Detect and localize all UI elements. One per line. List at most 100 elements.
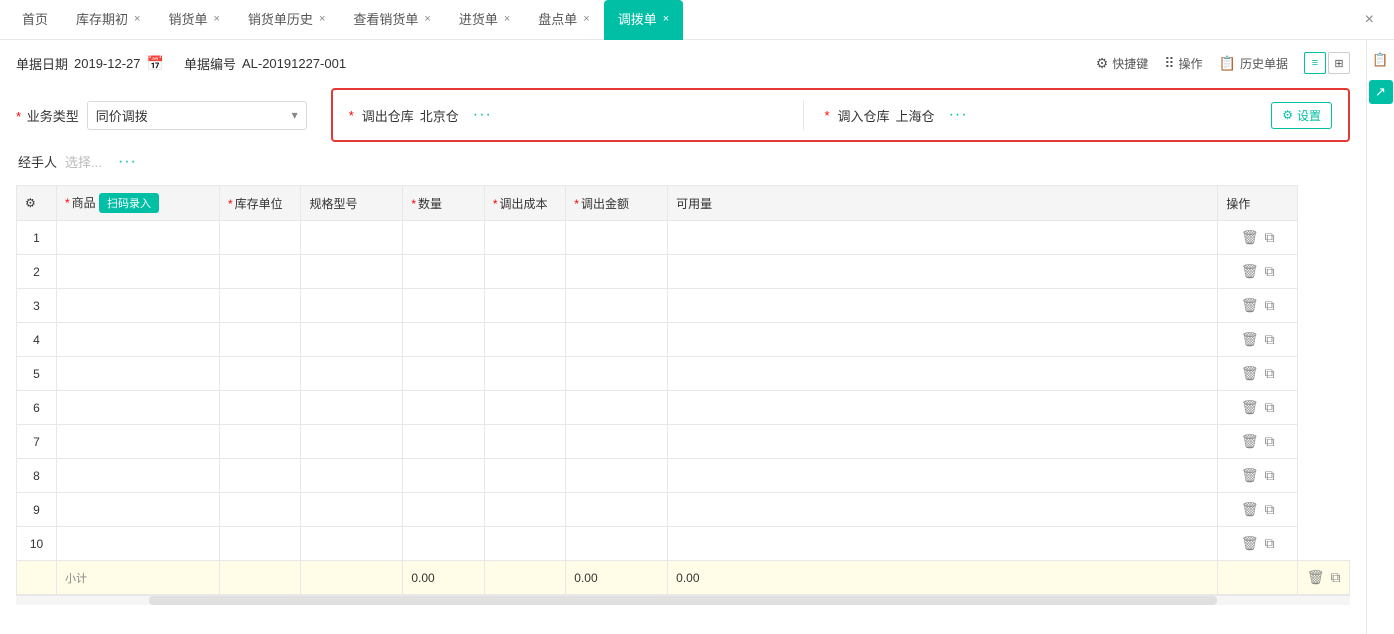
row-quantity-1[interactable]: [403, 221, 484, 255]
row-quantity-6[interactable]: [403, 391, 484, 425]
delete-row-10-icon[interactable]: 🗑: [1241, 535, 1259, 552]
in-warehouse-more-btn[interactable]: ···: [949, 106, 968, 124]
copy-row-1-icon[interactable]: ⧉: [1265, 229, 1275, 246]
row-available-3[interactable]: [668, 289, 1218, 323]
delete-row-9-icon[interactable]: 🗑: [1241, 501, 1259, 518]
sidebar-export-icon[interactable]: ↗: [1369, 80, 1393, 104]
row-unit-10[interactable]: [219, 527, 300, 561]
row-amount-10[interactable]: [566, 527, 668, 561]
row-product-9[interactable]: [57, 493, 220, 527]
delete-row-1-icon[interactable]: 🗑: [1241, 229, 1259, 246]
row-cost-1[interactable]: [484, 221, 565, 255]
row-unit-5[interactable]: [219, 357, 300, 391]
row-cost-2[interactable]: [484, 255, 565, 289]
row-amount-3[interactable]: [566, 289, 668, 323]
sidebar-note-icon[interactable]: 📋: [1369, 48, 1393, 72]
row-product-2[interactable]: [57, 255, 220, 289]
row-spec-10[interactable]: [301, 527, 403, 561]
row-available-6[interactable]: [668, 391, 1218, 425]
row-quantity-3[interactable]: [403, 289, 484, 323]
row-product-7[interactable]: [57, 425, 220, 459]
row-cost-8[interactable]: [484, 459, 565, 493]
delete-row-3-icon[interactable]: 🗑: [1241, 297, 1259, 314]
row-available-7[interactable]: [668, 425, 1218, 459]
tab-home[interactable]: 首页: [8, 0, 62, 40]
th-gear[interactable]: ⚙: [17, 186, 57, 221]
copy-row-4-icon[interactable]: ⧉: [1265, 331, 1275, 348]
close-inventory-init[interactable]: ×: [134, 13, 140, 25]
bottom-scrollbar[interactable]: [16, 595, 1350, 605]
row-quantity-7[interactable]: [403, 425, 484, 459]
row-spec-9[interactable]: [301, 493, 403, 527]
row-cost-7[interactable]: [484, 425, 565, 459]
row-unit-1[interactable]: [219, 221, 300, 255]
row-spec-6[interactable]: [301, 391, 403, 425]
row-available-5[interactable]: [668, 357, 1218, 391]
row-amount-9[interactable]: [566, 493, 668, 527]
row-unit-2[interactable]: [219, 255, 300, 289]
row-unit-3[interactable]: [219, 289, 300, 323]
subtotal-delete-icon[interactable]: 🗑: [1307, 569, 1325, 586]
copy-row-6-icon[interactable]: ⧉: [1265, 399, 1275, 416]
row-quantity-10[interactable]: [403, 527, 484, 561]
copy-row-7-icon[interactable]: ⧉: [1265, 433, 1275, 450]
row-product-6[interactable]: [57, 391, 220, 425]
tab-purchase-order[interactable]: 进货单 ×: [445, 0, 524, 40]
tab-sales-order[interactable]: 销货单 ×: [154, 0, 233, 40]
row-quantity-8[interactable]: [403, 459, 484, 493]
business-type-select[interactable]: 同价调拨 ▾: [87, 101, 307, 130]
tab-inventory-check[interactable]: 盘点单 ×: [524, 0, 603, 40]
scan-entry-button[interactable]: 扫码录入: [99, 193, 159, 213]
row-cost-5[interactable]: [484, 357, 565, 391]
close-view-sales[interactable]: ×: [424, 13, 430, 25]
copy-row-5-icon[interactable]: ⧉: [1265, 365, 1275, 382]
row-quantity-2[interactable]: [403, 255, 484, 289]
tab-sales-history[interactable]: 销货单历史 ×: [234, 0, 339, 40]
person-select[interactable]: 选择...: [65, 152, 102, 171]
row-amount-8[interactable]: [566, 459, 668, 493]
copy-row-3-icon[interactable]: ⧉: [1265, 297, 1275, 314]
row-product-1[interactable]: [57, 221, 220, 255]
out-warehouse-more-btn[interactable]: ···: [473, 106, 492, 124]
row-unit-6[interactable]: [219, 391, 300, 425]
delete-row-8-icon[interactable]: 🗑: [1241, 467, 1259, 484]
operation-action[interactable]: ⠿ 操作: [1164, 55, 1202, 72]
row-available-10[interactable]: [668, 527, 1218, 561]
row-product-4[interactable]: [57, 323, 220, 357]
copy-row-2-icon[interactable]: ⧉: [1265, 263, 1275, 280]
row-cost-6[interactable]: [484, 391, 565, 425]
close-purchase-order[interactable]: ×: [504, 13, 510, 25]
layout-grid-icon[interactable]: ⊞: [1328, 52, 1350, 74]
row-amount-6[interactable]: [566, 391, 668, 425]
close-all-tabs[interactable]: ×: [1353, 11, 1386, 29]
row-cost-9[interactable]: [484, 493, 565, 527]
close-sales-history[interactable]: ×: [319, 13, 325, 25]
copy-row-10-icon[interactable]: ⧉: [1265, 535, 1275, 552]
row-spec-1[interactable]: [301, 221, 403, 255]
tab-view-sales[interactable]: 查看销货单 ×: [339, 0, 444, 40]
history-action[interactable]: 📋 历史单据: [1219, 55, 1288, 72]
person-more-btn[interactable]: ···: [118, 153, 137, 171]
row-cost-4[interactable]: [484, 323, 565, 357]
subtotal-copy-icon[interactable]: ⧉: [1331, 569, 1341, 586]
tab-inventory-init[interactable]: 库存期初 ×: [62, 0, 154, 40]
close-transfer-order[interactable]: ×: [663, 13, 669, 25]
row-unit-8[interactable]: [219, 459, 300, 493]
row-unit-7[interactable]: [219, 425, 300, 459]
row-quantity-9[interactable]: [403, 493, 484, 527]
delete-row-4-icon[interactable]: 🗑: [1241, 331, 1259, 348]
row-product-8[interactable]: [57, 459, 220, 493]
row-unit-9[interactable]: [219, 493, 300, 527]
row-amount-4[interactable]: [566, 323, 668, 357]
close-sales-order[interactable]: ×: [213, 13, 219, 25]
row-spec-4[interactable]: [301, 323, 403, 357]
row-amount-1[interactable]: [566, 221, 668, 255]
row-spec-3[interactable]: [301, 289, 403, 323]
setting-button[interactable]: ⚙ 设置: [1271, 102, 1332, 129]
row-amount-5[interactable]: [566, 357, 668, 391]
tab-transfer-order[interactable]: 调拨单 ×: [604, 0, 683, 40]
copy-row-9-icon[interactable]: ⧉: [1265, 501, 1275, 518]
delete-row-2-icon[interactable]: 🗑: [1241, 263, 1259, 280]
row-product-10[interactable]: [57, 527, 220, 561]
row-available-9[interactable]: [668, 493, 1218, 527]
